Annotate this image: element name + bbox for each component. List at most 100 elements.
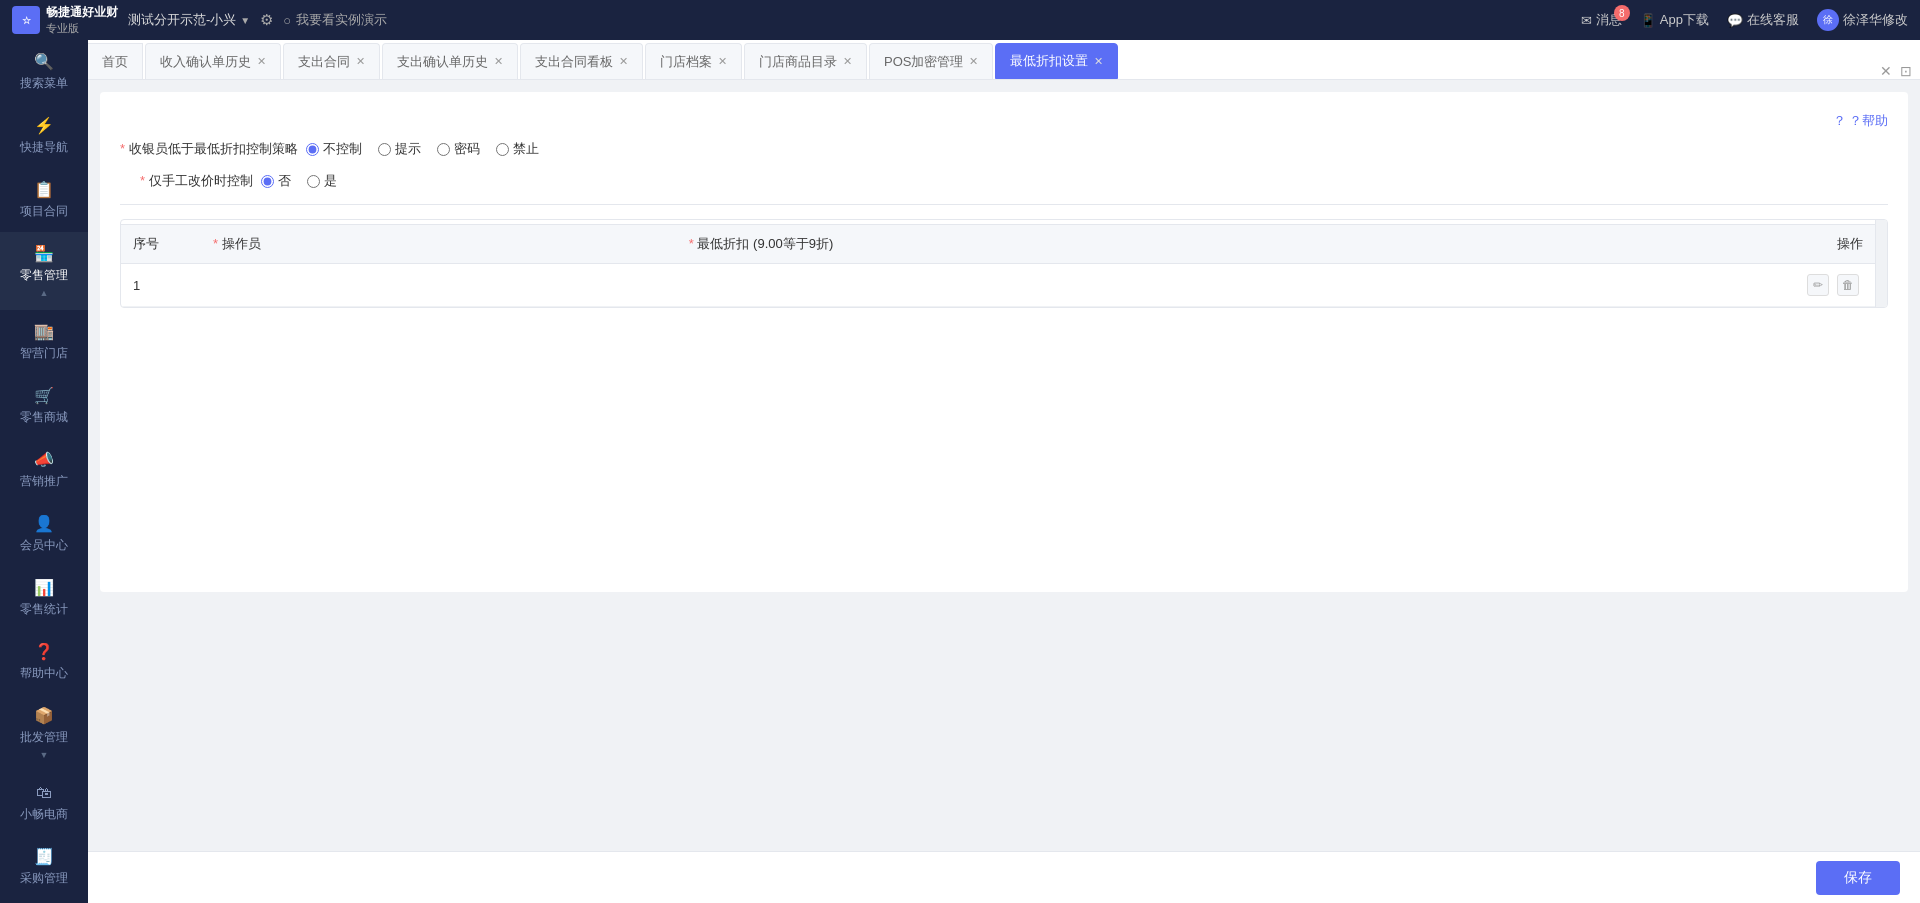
discount-table: 序号 * 操作员 * 最低折扣 (9.00等于9折) 操作 1	[121, 224, 1875, 307]
help-icon: ❓	[34, 642, 54, 661]
help-question-icon: ？	[1833, 112, 1846, 130]
tab-store-file-close[interactable]: ✕	[718, 55, 727, 68]
message-badge: 8	[1614, 5, 1630, 21]
tab-home[interactable]: 首页	[88, 43, 143, 79]
radio-no-control-label: 不控制	[323, 140, 362, 158]
tab-income-confirm[interactable]: 收入确认单历史 ✕	[145, 43, 281, 79]
radio-password-label: 密码	[454, 140, 480, 158]
radio-forbid-input[interactable]	[496, 143, 509, 156]
help-button[interactable]: ？ ？帮助	[1833, 112, 1888, 130]
retail-mgmt-icon: 🏪	[34, 244, 54, 263]
cell-actions: ✏ 🗑	[1795, 264, 1875, 307]
tab-store-goods[interactable]: 门店商品目录 ✕	[744, 43, 867, 79]
sidebar-item-quick-nav[interactable]: ⚡ 快捷导航	[0, 104, 88, 168]
manual-price-row: 仅手工改价时控制 否 是	[140, 172, 1888, 190]
table-scrollbar[interactable]	[1875, 220, 1887, 307]
sidebar-item-label: 帮助中心	[20, 665, 68, 682]
sidebar-item-label: 采购管理	[20, 870, 68, 887]
delete-row-button[interactable]: 🗑	[1837, 274, 1859, 296]
sidebar-item-retail-stats[interactable]: 📊 零售统计	[0, 566, 88, 630]
ecommerce-icon: 🛍	[36, 784, 52, 802]
top-bar: ☆ 畅捷通好业财 专业版 测试分开示范-小兴 ▼ ⚙ ○ 我要看实例演示 ✉ 消…	[0, 0, 1920, 40]
radio-no-control[interactable]: 不控制	[306, 140, 362, 158]
tab-payment-confirm-close[interactable]: ✕	[494, 55, 503, 68]
radio-password[interactable]: 密码	[437, 140, 480, 158]
tab-payment-board-close[interactable]: ✕	[619, 55, 628, 68]
sidebar-item-label: 营销推广	[20, 473, 68, 490]
sidebar-item-project[interactable]: 📋 项目合同	[0, 168, 88, 232]
save-button[interactable]: 保存	[1816, 861, 1900, 895]
member-icon: 👤	[34, 514, 54, 533]
sidebar-item-ecommerce[interactable]: 🛍 小畅电商	[0, 772, 88, 835]
edit-row-button[interactable]: ✏	[1807, 274, 1829, 296]
radio-no-control-input[interactable]	[306, 143, 319, 156]
user-action[interactable]: 徐 徐泽华修改	[1817, 9, 1908, 31]
chevron-down-icon: ▼	[40, 750, 49, 760]
tab-payment-confirm[interactable]: 支出确认单历史 ✕	[382, 43, 518, 79]
tab-bar-expand-icon[interactable]: ⊡	[1900, 63, 1912, 79]
tab-store-file[interactable]: 门店档案 ✕	[645, 43, 742, 79]
project-icon: 📋	[34, 180, 54, 199]
batch-mgmt-icon: 📦	[34, 706, 54, 725]
col-seq: 序号	[121, 225, 201, 264]
manual-price-radios: 否 是	[261, 172, 337, 190]
tab-income-confirm-close[interactable]: ✕	[257, 55, 266, 68]
chevron-up-icon: ▲	[40, 288, 49, 298]
page-content: ？ ？帮助 收银员低于最低折扣控制策略 不控制	[88, 80, 1920, 851]
sidebar-item-purchase[interactable]: 🧾 采购管理	[0, 835, 88, 899]
tab-pos-password[interactable]: POS加密管理 ✕	[869, 43, 993, 79]
demo-circle-icon: ○	[283, 13, 291, 28]
radio-remind[interactable]: 提示	[378, 140, 421, 158]
purchase-icon: 🧾	[34, 847, 54, 866]
messages-action[interactable]: ✉ 消息 8	[1581, 11, 1622, 29]
sidebar-item-member[interactable]: 👤 会员中心	[0, 502, 88, 566]
manual-price-label: 仅手工改价时控制	[140, 172, 253, 190]
radio-yes-input[interactable]	[307, 175, 320, 188]
tab-pos-password-close[interactable]: ✕	[969, 55, 978, 68]
app-download-action[interactable]: 📱 App下载	[1640, 11, 1709, 29]
tab-store-file-label: 门店档案	[660, 53, 712, 71]
tab-payment-contract[interactable]: 支出合同 ✕	[283, 43, 380, 79]
tab-min-discount-close[interactable]: ✕	[1094, 55, 1103, 68]
sidebar-item-retail-mgmt[interactable]: 🏪 零售管理 ▲	[0, 232, 88, 310]
sidebar-item-help-center[interactable]: ❓ 帮助中心	[0, 630, 88, 694]
project-name: 测试分开示范-小兴	[128, 11, 236, 29]
top-bar-settings-icon[interactable]: ⚙	[260, 11, 273, 29]
tab-payment-board[interactable]: 支出合同看板 ✕	[520, 43, 643, 79]
form-divider	[120, 204, 1888, 205]
tab-min-discount[interactable]: 最低折扣设置 ✕	[995, 43, 1118, 79]
radio-password-input[interactable]	[437, 143, 450, 156]
tab-store-goods-close[interactable]: ✕	[843, 55, 852, 68]
radio-no-input[interactable]	[261, 175, 274, 188]
tab-bar-close-icon[interactable]: ✕	[1880, 63, 1892, 79]
tab-min-discount-label: 最低折扣设置	[1010, 52, 1088, 70]
tab-payment-contract-close[interactable]: ✕	[356, 55, 365, 68]
avatar: 徐	[1817, 9, 1839, 31]
cell-seq: 1	[121, 264, 201, 307]
smart-store-icon: 🏬	[34, 322, 54, 341]
radio-yes[interactable]: 是	[307, 172, 337, 190]
radio-remind-input[interactable]	[378, 143, 391, 156]
sidebar-item-label: 搜索菜单	[20, 75, 68, 92]
sidebar-item-inventory[interactable]: 📐 库存核算	[0, 899, 88, 903]
tab-store-goods-label: 门店商品目录	[759, 53, 837, 71]
sidebar-item-batch-mgmt[interactable]: 📦 批发管理 ▼	[0, 694, 88, 772]
sidebar-item-online-store[interactable]: 🛒 零售商城	[0, 374, 88, 438]
page-card: ？ ？帮助 收银员低于最低折扣控制策略 不控制	[100, 92, 1908, 592]
project-selector[interactable]: 测试分开示范-小兴 ▼	[128, 11, 250, 29]
page-footer: 保存	[88, 851, 1920, 903]
online-service-action[interactable]: 💬 在线客服	[1727, 11, 1799, 29]
tab-income-confirm-label: 收入确认单历史	[160, 53, 251, 71]
sidebar-item-label: 项目合同	[20, 203, 68, 220]
sidebar-item-label: 批发管理	[20, 729, 68, 746]
radio-forbid[interactable]: 禁止	[496, 140, 539, 158]
radio-no[interactable]: 否	[261, 172, 291, 190]
sidebar-item-marketing[interactable]: 📣 营销推广	[0, 438, 88, 502]
sidebar-item-label: 零售统计	[20, 601, 68, 618]
sidebar-item-smart-store[interactable]: 🏬 智营门店	[0, 310, 88, 374]
sidebar-item-label: 快捷导航	[20, 139, 68, 156]
demo-link[interactable]: ○ 我要看实例演示	[283, 11, 387, 29]
message-icon: ✉	[1581, 13, 1592, 28]
sidebar-item-search[interactable]: 🔍 搜索菜单	[0, 40, 88, 104]
tab-home-label: 首页	[102, 53, 128, 71]
